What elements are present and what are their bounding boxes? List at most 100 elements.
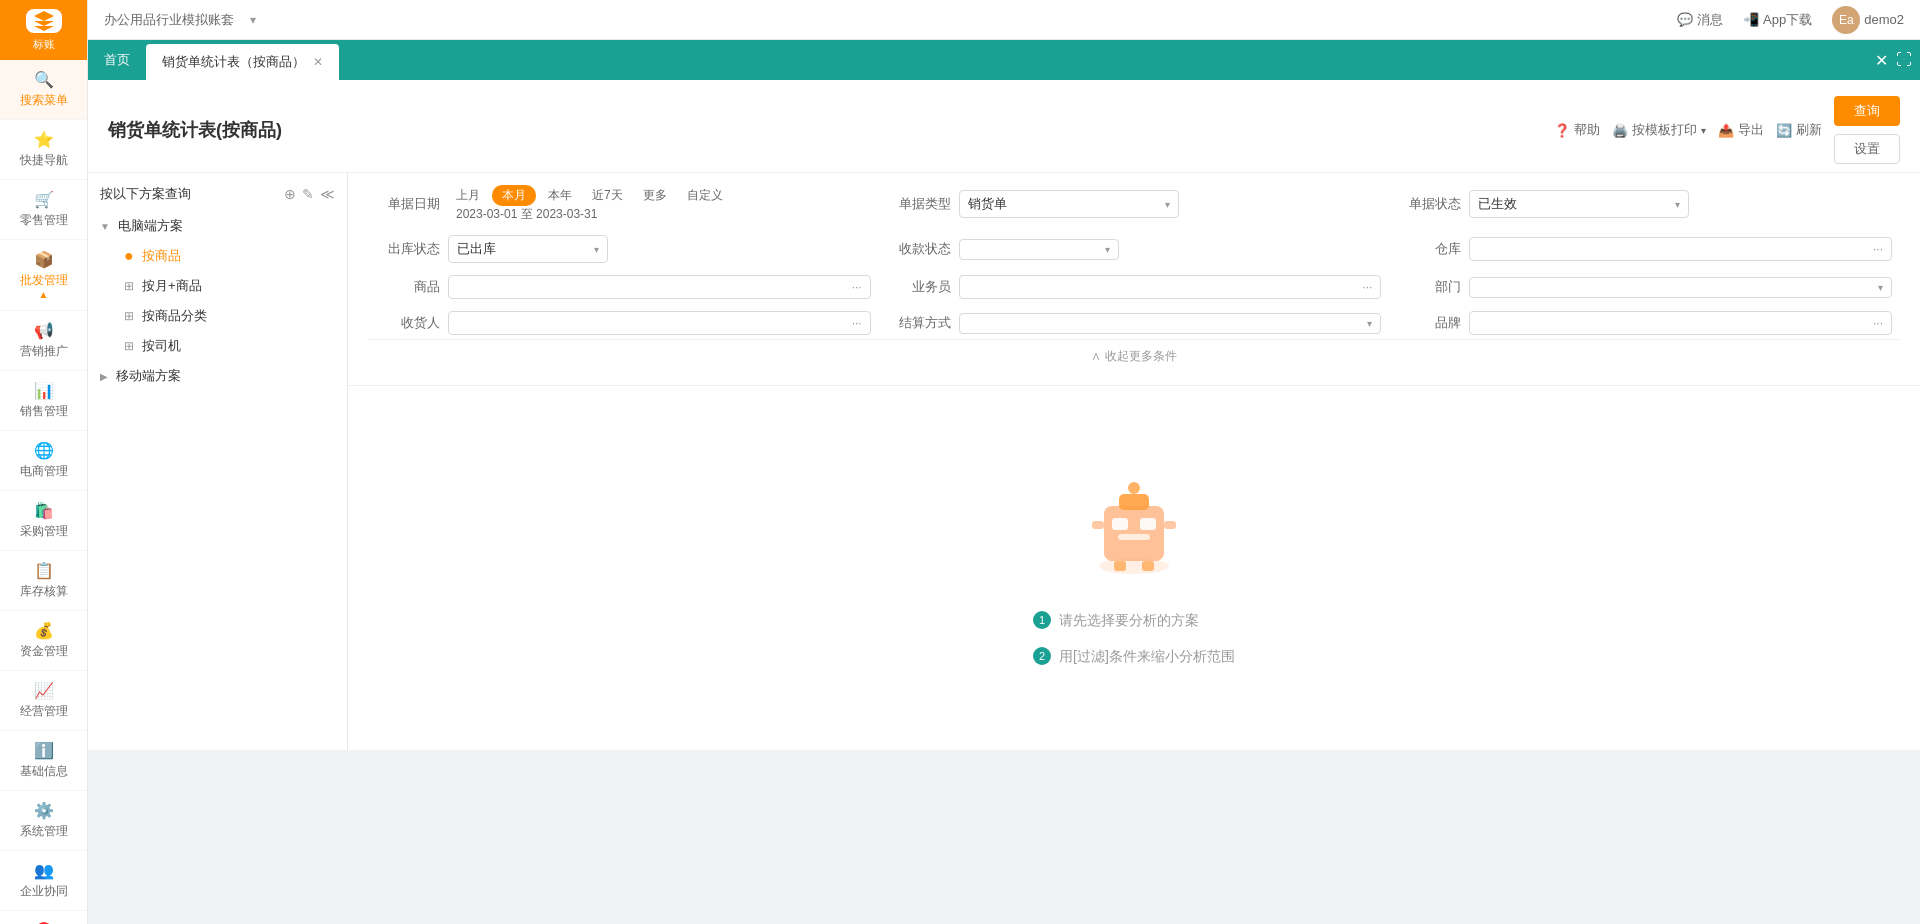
step-num-1: 1	[1033, 611, 1051, 629]
export-icon: 📤	[1718, 123, 1734, 138]
settings-button[interactable]: 设置	[1834, 134, 1900, 164]
app-download-label: App下载	[1763, 11, 1812, 29]
filter-cell-docstatus: 单据状态 已生效 ▾	[1389, 185, 1900, 223]
edit-scheme-icon[interactable]: ✎	[302, 186, 314, 202]
date-tab-this-year[interactable]: 本年	[540, 185, 580, 206]
topbar-dropdown-icon[interactable]: ▾	[250, 13, 256, 27]
sidebar-finance-label: 资金管理	[20, 643, 68, 660]
empty-step-1-label: 请先选择要分析的方案	[1059, 606, 1199, 634]
sidebar-item-search[interactable]: 🔍 搜索菜单	[0, 60, 87, 120]
receiptstatus-select[interactable]: ▾	[959, 239, 1119, 260]
refresh-button[interactable]: 🔄 刷新	[1776, 121, 1822, 139]
date-tab-7days[interactable]: 近7天	[584, 185, 631, 206]
date-label: 单据日期	[376, 195, 448, 213]
empty-step-2-label: 用[过滤]条件来缩小分析范围	[1059, 642, 1235, 670]
warehouse-select[interactable]: ···	[1469, 237, 1892, 261]
date-tab-this-month[interactable]: 本月	[492, 185, 536, 206]
tab-close-icon[interactable]: ✕	[313, 55, 323, 69]
filter-cell-goods: 商品 ···	[368, 275, 879, 299]
brand-select[interactable]: ···	[1469, 311, 1892, 335]
consignee-label: 收货人	[376, 314, 448, 332]
doctype-select[interactable]: 销货单 ▾	[959, 190, 1179, 218]
empty-step-1: 1 请先选择要分析的方案	[1033, 606, 1235, 634]
tab-home-label: 首页	[104, 51, 130, 69]
sidebar-item-basic[interactable]: ℹ️ 基础信息	[0, 731, 87, 791]
settlement-select[interactable]: ▾	[959, 313, 1382, 334]
query-button[interactable]: 查询	[1834, 96, 1900, 126]
export-button[interactable]: 📤 导出	[1718, 121, 1764, 139]
empty-state: 1 请先选择要分析的方案 2 用[过滤]条件来缩小分析范围	[348, 386, 1920, 750]
tree-item-by-category[interactable]: ⊞ 按商品分类	[88, 301, 347, 331]
help-button[interactable]: ❓ 帮助	[1554, 121, 1600, 139]
add-scheme-icon[interactable]: ⊕	[284, 186, 296, 202]
svg-rect-8	[1164, 521, 1176, 529]
tab-home[interactable]: 首页	[88, 40, 146, 80]
date-tab-more[interactable]: 更多	[635, 185, 675, 206]
consignee-select[interactable]: ···	[448, 311, 871, 335]
marketing-icon: 📢	[34, 321, 54, 340]
print-button[interactable]: 🖨️ 按模板打印 ▾	[1612, 121, 1706, 139]
tab-close-window-icon[interactable]: ✕	[1875, 51, 1888, 70]
sidebar-item-wholesale[interactable]: 📦 批发管理 ▲	[0, 240, 87, 311]
sidebar-retail-label: 零售管理	[20, 212, 68, 229]
date-tab-last-month[interactable]: 上月	[448, 185, 488, 206]
tree-item-by-month-goods[interactable]: ⊞ 按月+商品	[88, 271, 347, 301]
collab-icon: 👥	[34, 861, 54, 880]
avatar: Ea	[1832, 6, 1860, 34]
tree-label-month-goods: 按月+商品	[142, 277, 202, 295]
topbar: 办公用品行业模拟账套 ▾ 💬 消息 📲 App下载 Ea demo2	[88, 0, 1920, 40]
consignee-dots: ···	[852, 316, 862, 330]
docstatus-select[interactable]: 已生效 ▾	[1469, 190, 1689, 218]
filter-row-3: 商品 ··· 业务员 ···	[368, 275, 1900, 299]
sidebar-collab-label: 企业协同	[20, 883, 68, 900]
filter-row-2: 出库状态 已出库 ▾ 收款状态 ▾	[368, 235, 1900, 263]
date-range: 2023-03-01 至 2023-03-31	[456, 206, 871, 223]
salesperson-select[interactable]: ···	[959, 275, 1382, 299]
tree-label-by-goods: 按商品	[142, 247, 181, 265]
filter-cell-outstatus: 出库状态 已出库 ▾	[368, 235, 879, 263]
tree-item-desktop[interactable]: ▼ 电脑端方案	[88, 211, 347, 241]
tree-item-mobile[interactable]: ▶ 移动端方案	[88, 361, 347, 391]
sidebar-item-inventory[interactable]: 📋 库存核算	[0, 551, 87, 611]
brand-label: 品牌	[1397, 314, 1469, 332]
refresh-icon: 🔄	[1776, 123, 1792, 138]
sidebar-item-quick-nav[interactable]: ⭐ 快捷导航	[0, 120, 87, 180]
retail-icon: 🛒	[34, 190, 54, 209]
sidebar-item-marketing[interactable]: 📢 营销推广	[0, 311, 87, 371]
user-menu[interactable]: Ea demo2	[1832, 6, 1904, 34]
tab-sales-stat[interactable]: 销货单统计表（按商品） ✕	[146, 44, 339, 80]
brand-dots: ···	[1873, 316, 1883, 330]
sidebar-system-label: 系统管理	[20, 823, 68, 840]
sidebar-quick-nav-label: 快捷导航	[20, 152, 68, 169]
date-tab-custom[interactable]: 自定义	[679, 185, 731, 206]
svg-rect-10	[1142, 561, 1154, 571]
svg-point-6	[1128, 482, 1140, 494]
sidebar-item-ecommerce[interactable]: 🌐 电商管理	[0, 431, 87, 491]
tree-icon-month-goods: ⊞	[124, 279, 134, 293]
sidebar-item-retail[interactable]: 🛒 零售管理	[0, 180, 87, 240]
sidebar-search-label: 搜索菜单	[20, 92, 68, 109]
tab-maximize-icon[interactable]: ⛶	[1896, 51, 1912, 69]
goods-select[interactable]: ···	[448, 275, 871, 299]
outstatus-select[interactable]: 已出库 ▾	[448, 235, 608, 263]
sidebar-item-purchase[interactable]: 🛍️ 采购管理	[0, 491, 87, 551]
dept-select[interactable]: ▾	[1469, 277, 1892, 298]
tree-item-by-driver[interactable]: ⊞ 按司机	[88, 331, 347, 361]
filter-area: 单据日期 上月 本月 本年 近7天 更多 自定义	[348, 173, 1920, 386]
sidebar-item-sales[interactable]: 📊 销售管理	[0, 371, 87, 431]
sidebar-item-finance[interactable]: 💰 资金管理	[0, 611, 87, 671]
step-num-2: 2	[1033, 647, 1051, 665]
filter-cell-settlement: 结算方式 ▾	[879, 311, 1390, 335]
sidebar-item-system[interactable]: ⚙️ 系统管理	[0, 791, 87, 851]
collapse-panel-icon[interactable]: ≪	[320, 186, 335, 202]
doctype-value: 销货单	[968, 195, 1007, 213]
refresh-label: 刷新	[1796, 121, 1822, 139]
sidebar-item-guide[interactable]: 🎯 新手引导	[0, 911, 87, 924]
tree-item-by-goods[interactable]: ● 按商品	[88, 241, 347, 271]
message-button[interactable]: 💬 消息	[1677, 11, 1723, 29]
app-download-button[interactable]: 📲 App下载	[1743, 11, 1812, 29]
collapse-bar[interactable]: ∧ 收起更多条件	[368, 339, 1900, 373]
date-tabs: 上月 本月 本年 近7天 更多 自定义	[448, 185, 871, 206]
sidebar-item-operations[interactable]: 📈 经营管理	[0, 671, 87, 731]
sidebar-item-collab[interactable]: 👥 企业协同	[0, 851, 87, 911]
